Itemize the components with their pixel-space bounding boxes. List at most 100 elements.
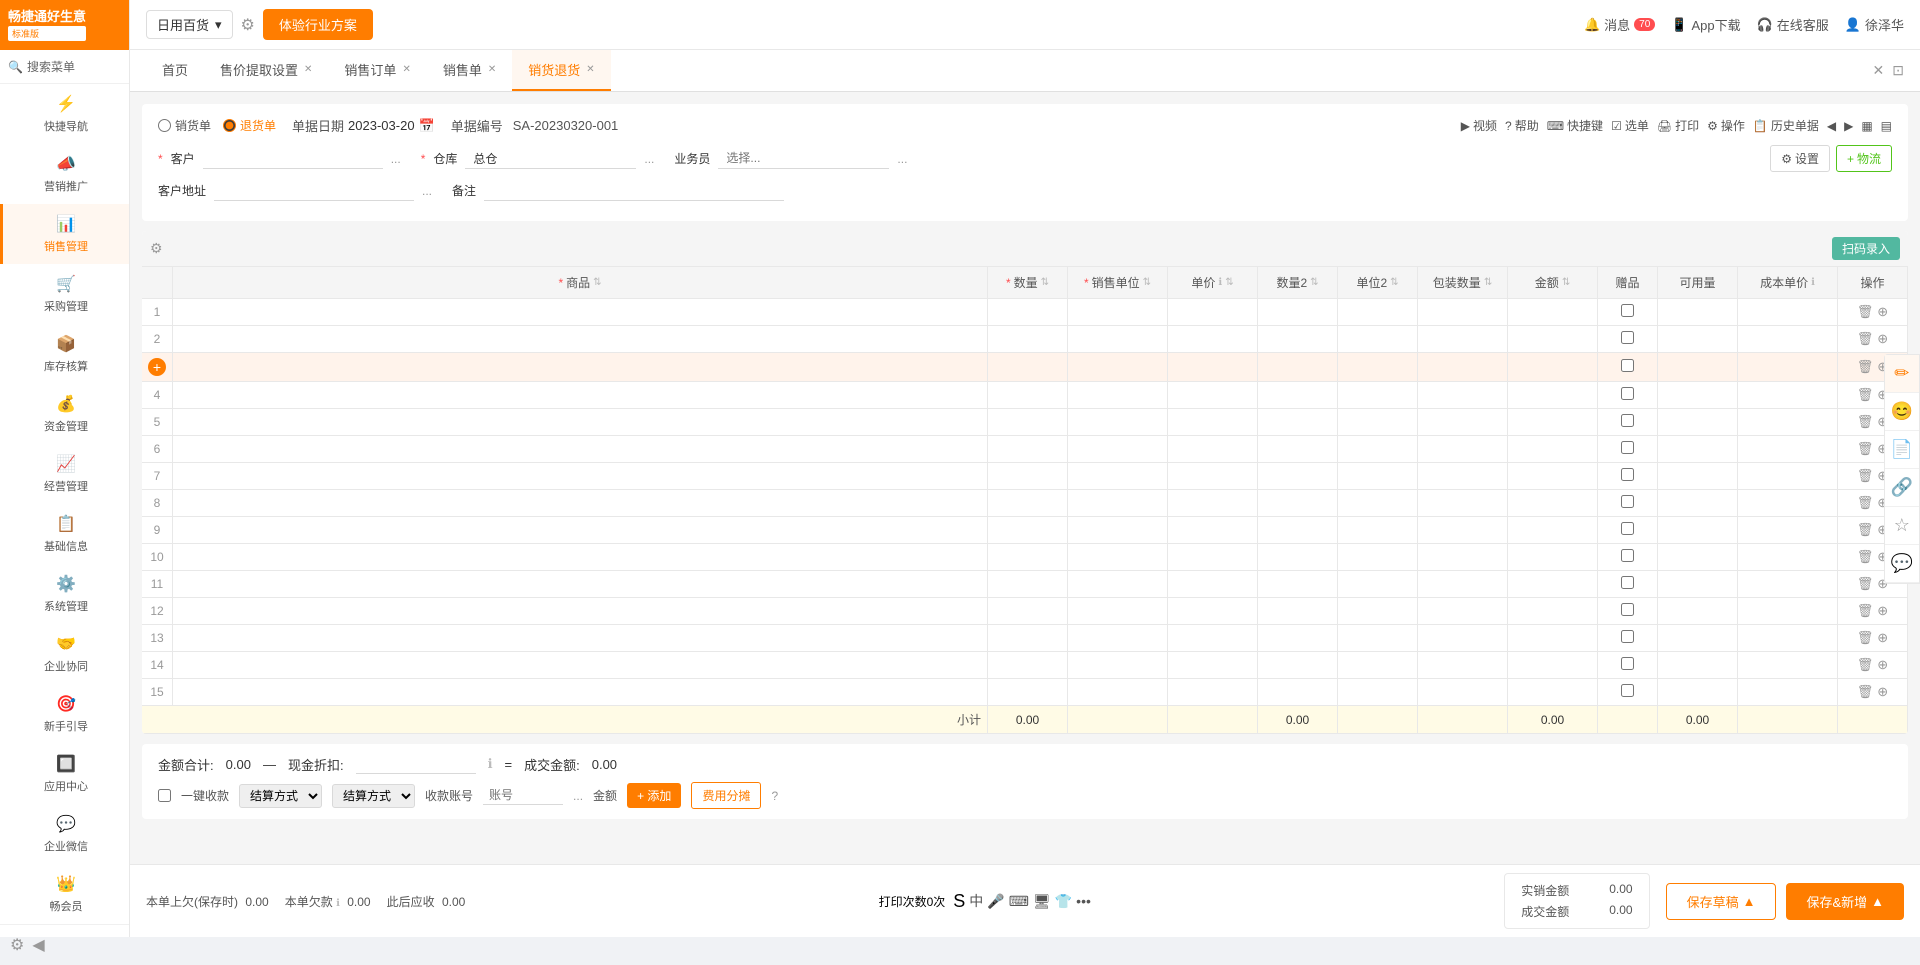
delete-row-icon[interactable]: 🗑 [1857, 522, 1874, 538]
table-row[interactable]: 9 🗑 ⊕ [142, 517, 1908, 544]
right-quick-link[interactable]: 🔗 [1885, 469, 1919, 507]
pkg-qty-cell[interactable] [1418, 326, 1508, 353]
available-cell[interactable] [1658, 463, 1738, 490]
micro-icon[interactable]: 🎤 [987, 893, 1004, 910]
save-draft-button[interactable]: 保存草稿 ▲ [1666, 883, 1777, 920]
sort-unit-price-icon[interactable]: ⇅ [1225, 277, 1233, 288]
goods-cell[interactable] [173, 409, 988, 436]
table-row[interactable]: 4 🗑 ⊕ [142, 382, 1908, 409]
gift-checkbox[interactable] [1621, 304, 1634, 317]
date-value[interactable]: 2023-03-20 [348, 118, 415, 133]
goods-cell[interactable] [173, 299, 988, 326]
toolbar-prev[interactable]: ◀ [1827, 119, 1836, 133]
delete-row-icon[interactable]: 🗑 [1857, 304, 1874, 320]
delete-row-icon[interactable]: 🗑 [1857, 387, 1874, 403]
radio-sales-input[interactable] [158, 119, 171, 132]
tab-home[interactable]: 首页 [146, 50, 204, 91]
unit2-cell[interactable] [1338, 299, 1418, 326]
qty2-cell[interactable] [1258, 652, 1338, 679]
sidebar-item-operation[interactable]: 📈 经营管理 [0, 444, 129, 504]
sort-qty2-icon[interactable]: ⇅ [1310, 277, 1318, 288]
gift-cell[interactable] [1598, 625, 1658, 652]
tab-price-setting[interactable]: 售价提取设置 ✕ [204, 50, 328, 91]
tab-price-setting-close[interactable]: ✕ [304, 64, 312, 75]
customer-input[interactable] [203, 148, 383, 169]
unit2-cell[interactable] [1338, 571, 1418, 598]
shirt-icon[interactable]: 👕 [1055, 893, 1072, 910]
qty-cell[interactable] [988, 463, 1068, 490]
amount-cell[interactable] [1508, 409, 1598, 436]
right-quick-face[interactable]: 😊 [1885, 393, 1919, 431]
available-cell[interactable] [1658, 382, 1738, 409]
cost-price-cell[interactable] [1738, 299, 1838, 326]
gift-checkbox[interactable] [1621, 684, 1634, 697]
pkg-qty-cell[interactable] [1418, 463, 1508, 490]
unit-price-cell[interactable] [1168, 409, 1258, 436]
qty-cell[interactable] [988, 382, 1068, 409]
gift-cell[interactable] [1598, 326, 1658, 353]
goods-cell[interactable] [173, 382, 988, 409]
goods-cell[interactable] [173, 326, 988, 353]
toolbar-next[interactable]: ▶ [1844, 119, 1853, 133]
address-input[interactable] [214, 180, 414, 201]
goods-cell[interactable] [173, 353, 988, 382]
window-close-icon[interactable]: ✕ [1873, 62, 1885, 79]
unit-price-cell[interactable] [1168, 490, 1258, 517]
goods-cell[interactable] [173, 598, 988, 625]
unit-price-cell[interactable] [1168, 326, 1258, 353]
sales-unit-cell[interactable] [1068, 436, 1168, 463]
amount-cell[interactable] [1508, 652, 1598, 679]
sales-unit-cell[interactable] [1068, 652, 1168, 679]
sidebar-item-wechat[interactable]: 💬 企业微信 [0, 804, 129, 864]
available-cell[interactable] [1658, 409, 1738, 436]
unit2-cell[interactable] [1338, 409, 1418, 436]
sidebar-item-newbie[interactable]: 🎯 新手引导 [0, 684, 129, 744]
sales-unit-cell[interactable] [1068, 382, 1168, 409]
sales-unit-cell[interactable] [1068, 463, 1168, 490]
qty2-cell[interactable] [1258, 326, 1338, 353]
goods-cell[interactable] [173, 517, 988, 544]
cost-price-cell[interactable] [1738, 679, 1838, 706]
cost-price-cell[interactable] [1738, 598, 1838, 625]
sales-unit-cell[interactable] [1068, 490, 1168, 517]
pkg-qty-cell[interactable] [1418, 490, 1508, 517]
qty-cell[interactable] [988, 490, 1068, 517]
sidebar-item-finance[interactable]: 💰 资金管理 [0, 384, 129, 444]
pkg-qty-cell[interactable] [1418, 679, 1508, 706]
amount-cell[interactable] [1508, 679, 1598, 706]
amount-cell[interactable] [1508, 299, 1598, 326]
available-cell[interactable] [1658, 652, 1738, 679]
unit2-cell[interactable] [1338, 517, 1418, 544]
gift-checkbox[interactable] [1621, 468, 1634, 481]
gift-cell[interactable] [1598, 299, 1658, 326]
qty-cell[interactable] [988, 598, 1068, 625]
setting-button[interactable]: ⚙ 设置 [1770, 145, 1830, 172]
account-dots[interactable]: ... [573, 789, 583, 803]
pkg-qty-cell[interactable] [1418, 409, 1508, 436]
user-item[interactable]: 👤 徐泽华 [1845, 15, 1904, 34]
sales-unit-cell[interactable] [1068, 353, 1168, 382]
qty-cell[interactable] [988, 436, 1068, 463]
gift-cell[interactable] [1598, 517, 1658, 544]
gift-cell[interactable] [1598, 409, 1658, 436]
gift-checkbox[interactable] [1621, 359, 1634, 372]
qty2-cell[interactable] [1258, 598, 1338, 625]
fee-split-button[interactable]: 费用分摊 [691, 782, 761, 809]
goods-cell[interactable] [173, 625, 988, 652]
available-cell[interactable] [1658, 299, 1738, 326]
keyboard-input-icon[interactable]: ⌨ [1009, 893, 1029, 910]
available-cell[interactable] [1658, 598, 1738, 625]
table-row[interactable]: 15 🗑 ⊕ [142, 679, 1908, 706]
fee-question-icon[interactable]: ? [771, 789, 778, 803]
delete-row-icon[interactable]: 🗑 [1857, 684, 1874, 700]
unit-price-cell[interactable] [1168, 353, 1258, 382]
qty-cell[interactable] [988, 544, 1068, 571]
available-cell[interactable] [1658, 679, 1738, 706]
toolbar-print[interactable]: 🖨 打印 [1657, 117, 1699, 134]
unit2-cell[interactable] [1338, 382, 1418, 409]
delete-row-icon[interactable]: 🗑 [1857, 441, 1874, 457]
sidebar-item-system[interactable]: ⚙️ 系统管理 [0, 564, 129, 624]
sort-goods-icon[interactable]: ⇅ [593, 277, 601, 288]
gift-checkbox[interactable] [1621, 576, 1634, 589]
table-row[interactable]: 13 🗑 ⊕ [142, 625, 1908, 652]
